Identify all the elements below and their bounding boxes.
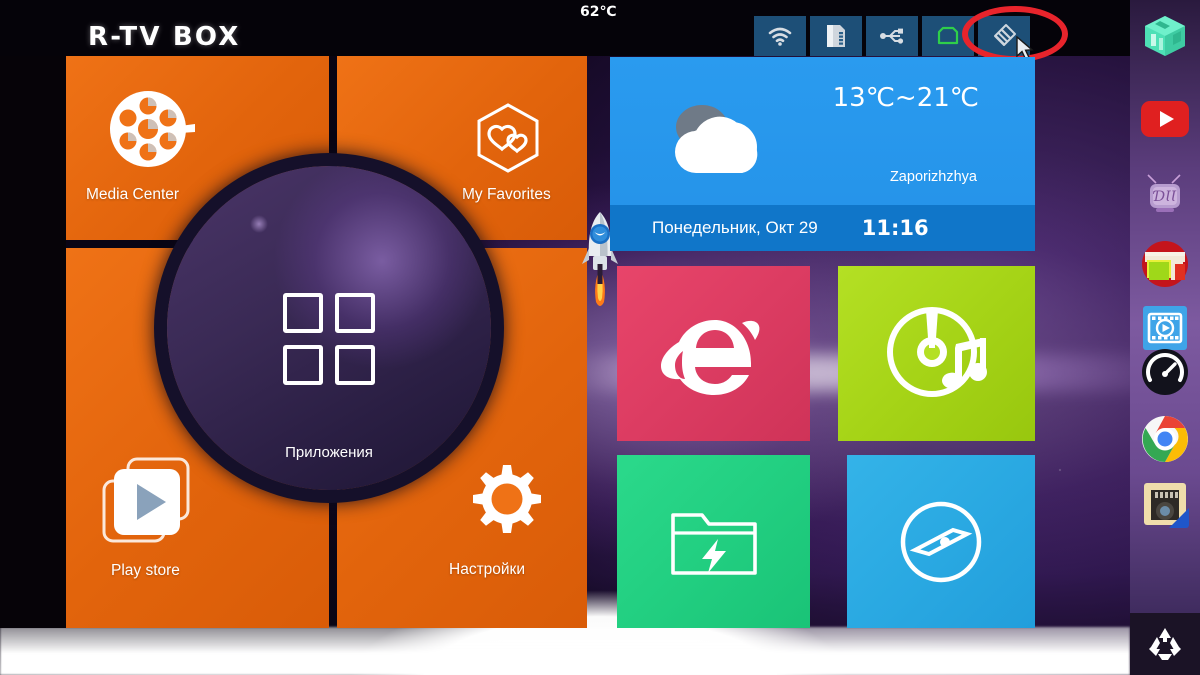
- dock-item-youtube[interactable]: [1141, 95, 1189, 143]
- tile-compass[interactable]: [847, 455, 1035, 628]
- weather-temperature-range: 13℃~21℃: [832, 83, 979, 113]
- tile-my-favorites-label: My Favorites: [462, 186, 551, 203]
- dock-item-chrome[interactable]: [1141, 415, 1189, 463]
- dock-item-video-player[interactable]: [1141, 304, 1189, 352]
- dock-item-recycle-bin[interactable]: [1130, 613, 1200, 675]
- chrome-icon: [1142, 416, 1188, 462]
- colorful-folders-icon: [1142, 241, 1188, 287]
- right-dock: ƊƖƖ: [1130, 0, 1200, 675]
- internet-explorer-icon: [660, 319, 759, 395]
- weather-widget[interactable]: 13℃~21℃ Zaporizhzhya Понедельник, Окт 29…: [610, 57, 1035, 251]
- green-cube-icon: [1145, 16, 1185, 56]
- gear-icon: [473, 465, 541, 533]
- brand-logo: R-TV BOX: [88, 22, 241, 52]
- youtube-icon: [1141, 101, 1189, 137]
- folder-lightning-icon: [670, 512, 757, 575]
- usb-icon[interactable]: [866, 16, 918, 56]
- weather-date-label: Понедельник, Окт 29: [652, 218, 818, 237]
- wallpaper-snow-base: [0, 627, 1130, 675]
- cloudy-icon: [675, 105, 758, 173]
- status-tray: [754, 16, 1030, 56]
- wifi-icon[interactable]: [754, 16, 806, 56]
- apps-center-label: Приложения: [285, 444, 373, 461]
- tile-file-manager[interactable]: [617, 455, 810, 628]
- recycle-bin-icon: [1149, 628, 1181, 660]
- cleaner-icon[interactable]: [978, 16, 1030, 56]
- weather-time-label: 11:16: [861, 216, 929, 240]
- cd-music-icon: [886, 306, 987, 397]
- left-black-margin: [0, 0, 66, 628]
- cpu-temperature-label: 62℃: [580, 4, 617, 20]
- dock-item-cube[interactable]: [1141, 12, 1189, 60]
- tile-browser[interactable]: [617, 266, 810, 441]
- tv-icon: ƊƖƖ: [1147, 174, 1181, 212]
- dock-item-speed-test[interactable]: [1141, 348, 1189, 396]
- speedometer-icon: [1142, 349, 1188, 395]
- dock-item-sd-manager[interactable]: [1141, 480, 1189, 528]
- compass-circle-icon: [900, 501, 982, 582]
- tile-media-center-label: Media Center: [86, 186, 180, 203]
- tile-music[interactable]: [838, 266, 1035, 441]
- weather-city-label: Zaporizhzhya: [889, 169, 977, 185]
- tile-play-store-label: Play store: [111, 562, 180, 579]
- ethernet-icon[interactable]: [922, 16, 974, 56]
- film-reel-icon: [110, 91, 195, 167]
- hearts-hexagon-icon: [477, 103, 539, 173]
- dock-item-tv-app[interactable]: ƊƖƖ: [1141, 172, 1189, 220]
- svg-text:ƊƖƖ: ƊƖƖ: [1153, 189, 1177, 205]
- sdcard-photo-icon: [1144, 483, 1189, 528]
- sdcard-icon[interactable]: [810, 16, 862, 56]
- weather-datetime-bar: Понедельник, Окт 29 11:16: [610, 205, 1035, 251]
- four-squares-grid-icon: [283, 293, 375, 385]
- dock-item-file-browser[interactable]: [1141, 240, 1189, 288]
- film-strip-icon: [1143, 306, 1187, 350]
- play-cards-icon: [102, 457, 190, 543]
- tile-settings-label: Настройки: [449, 561, 526, 578]
- center-circle-glint: [250, 215, 268, 233]
